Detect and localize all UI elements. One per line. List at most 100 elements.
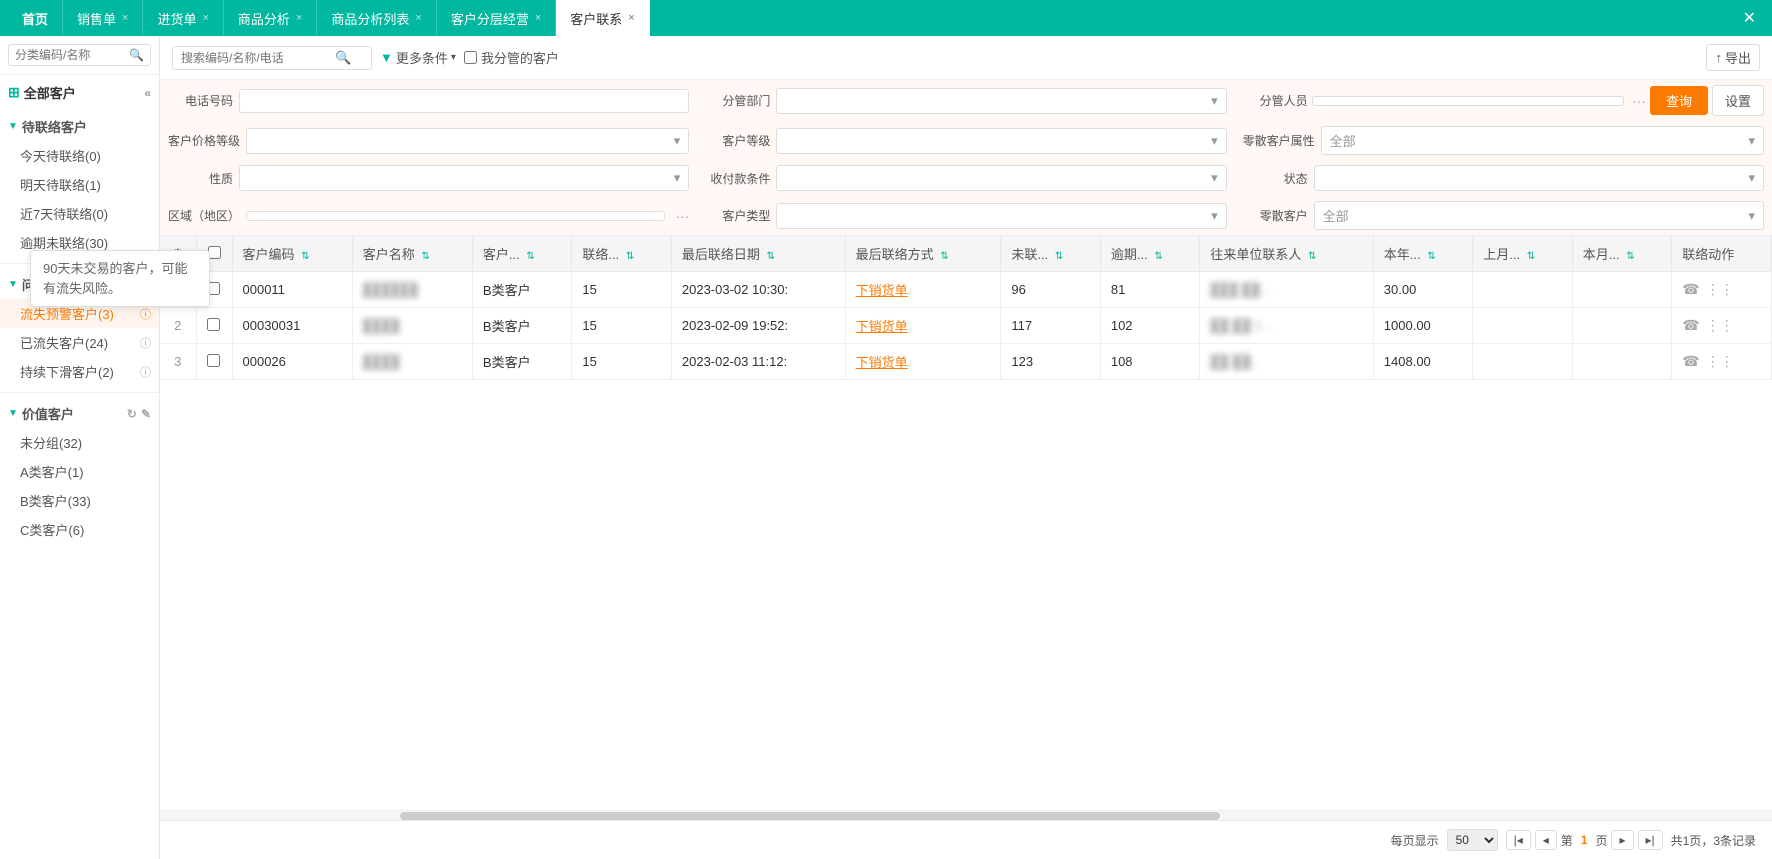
more-icon-2[interactable]: ⋮⋮ xyxy=(1706,317,1734,334)
chevron-icon6: ▾ xyxy=(1211,170,1218,186)
row-last-way-link-3[interactable]: 下销货单 xyxy=(856,355,908,370)
th-this-year[interactable]: 本年... ⇅ xyxy=(1373,236,1472,272)
row-last-way-2[interactable]: 下销货单 xyxy=(845,308,1001,344)
settings-button[interactable]: 设置 xyxy=(1712,85,1764,116)
sidebar-item-class-c[interactable]: C类客户(6) xyxy=(0,515,159,544)
page-first-btn[interactable]: |◂ xyxy=(1506,830,1531,850)
filter-person-dots[interactable]: ··· xyxy=(1632,93,1646,109)
row-check-3[interactable] xyxy=(196,344,232,380)
th-this-month-label: 本月... xyxy=(1583,247,1620,262)
row-last-way-link-2[interactable]: 下销货单 xyxy=(856,319,908,334)
th-name-label: 客户名称 xyxy=(363,247,415,262)
th-contact[interactable]: 联络... ⇅ xyxy=(572,236,671,272)
sidebar-item-ungroup[interactable]: 未分组(32) xyxy=(0,428,159,457)
filter-zero-sale-attr-select[interactable]: 全部 ▾ xyxy=(1321,126,1764,155)
refresh-icon[interactable]: ↻ xyxy=(127,407,137,421)
sidebar-item-tomorrow[interactable]: 明天待联络(1) xyxy=(0,170,159,199)
page-last-btn[interactable]: ▸| xyxy=(1638,830,1663,850)
sidebar-item-week7[interactable]: 近7天待联络(0) xyxy=(0,199,159,228)
filter-payment-select[interactable]: ▾ xyxy=(776,165,1226,191)
sort-icon-type: ⇅ xyxy=(526,251,534,262)
contact-icon-1[interactable]: ☎ xyxy=(1682,281,1699,298)
th-uncontacted[interactable]: 未联... ⇅ xyxy=(1001,236,1100,272)
scrollbar-thumb[interactable] xyxy=(400,812,1220,820)
chevron-icon7: ▾ xyxy=(1748,170,1755,186)
sidebar-item-class-a[interactable]: A类客户(1) xyxy=(0,457,159,486)
filter-person-select[interactable] xyxy=(1312,96,1624,106)
sort-icon-code: ⇅ xyxy=(301,251,309,262)
th-name[interactable]: 客户名称 ⇅ xyxy=(352,236,472,272)
row-last-way-1[interactable]: 下销货单 xyxy=(845,272,1001,308)
tab-customer-layer-close[interactable]: × xyxy=(535,12,541,24)
sidebar-item-declining[interactable]: 持续下滑客户(2) ⓘ xyxy=(0,357,159,386)
tab-sales-close[interactable]: × xyxy=(122,12,128,24)
tab-sales[interactable]: 销售单 × xyxy=(63,0,143,36)
sidebar-item-class-b[interactable]: B类客户(33) xyxy=(0,486,159,515)
filter-region: 区域（地区） ··· xyxy=(160,196,697,235)
filter-region-dots[interactable]: ··· xyxy=(675,208,689,224)
table-row: 2 00030031 ████ B类客户 15 2023-02-09 19:52… xyxy=(160,308,1772,344)
filter-status-select[interactable]: ▾ xyxy=(1314,165,1764,191)
query-button[interactable]: 查询 xyxy=(1650,86,1708,115)
tab-goods-list[interactable]: 商品分析列表 × xyxy=(317,0,436,36)
export-button[interactable]: ↑ 导出 xyxy=(1706,44,1760,71)
contact-icon-2[interactable]: ☎ xyxy=(1682,317,1699,334)
filter-phone-input[interactable] xyxy=(239,89,689,113)
sidebar-group-value: ▼ 价值客户 ↻ ✎ 未分组(32) A类客户(1) B类客户(33) C类客户… xyxy=(0,397,159,546)
filter-customer-type: 客户类型 ▾ xyxy=(697,196,1234,235)
edit-icon[interactable]: ✎ xyxy=(141,407,151,421)
per-page-select[interactable]: 50 100 xyxy=(1447,829,1498,851)
th-last-date[interactable]: 最后联络日期 ⇅ xyxy=(671,236,845,272)
filter-more-btn[interactable]: ▼ 更多条件 ▾ xyxy=(380,48,456,67)
tab-customer-contact[interactable]: 客户联系 × xyxy=(556,0,649,36)
th-overdue[interactable]: 逾期... ⇅ xyxy=(1100,236,1199,272)
th-this-month[interactable]: 本月... ⇅ xyxy=(1572,236,1671,272)
filter-customer-type-select[interactable]: ▾ xyxy=(776,203,1226,229)
tab-goods-analysis-label: 商品分析 xyxy=(238,9,290,28)
row-check-2[interactable] xyxy=(196,308,232,344)
my-customers-label: 我分管的客户 xyxy=(481,48,559,67)
sidebar-item-today[interactable]: 今天待联络(0) xyxy=(0,141,159,170)
sidebar-all-customers[interactable]: ⊞ 全部客户 « xyxy=(0,75,159,110)
contact-icon-3[interactable]: ☎ xyxy=(1682,353,1699,370)
th-type[interactable]: 客户... ⇅ xyxy=(472,236,571,272)
sidebar-group-pending-title[interactable]: ▼ 待联络客户 xyxy=(0,112,159,141)
filter-region-select[interactable] xyxy=(246,211,665,221)
window-close-button[interactable]: ✕ xyxy=(1735,8,1764,28)
tab-home[interactable]: 首页 xyxy=(8,0,63,36)
tab-customer-layer[interactable]: 客户分层经营 × xyxy=(437,0,556,36)
page-next-btn[interactable]: ▸ xyxy=(1611,830,1633,850)
filter-price-grade-select[interactable]: ▾ xyxy=(246,128,689,154)
filter-dept-select[interactable]: ▾ xyxy=(776,88,1226,114)
warning-info-icon: ⓘ xyxy=(140,306,151,322)
tab-goods-analysis-close[interactable]: × xyxy=(296,12,302,24)
sidebar-item-lost[interactable]: 已流失客户(24) ⓘ xyxy=(0,328,159,357)
sidebar-group-value-title[interactable]: ▼ 价值客户 ↻ ✎ xyxy=(0,399,159,428)
filter-customer-grade-select[interactable]: ▾ xyxy=(776,128,1226,154)
more-icon-1[interactable]: ⋮⋮ xyxy=(1706,281,1734,298)
arrow-icon-value: ▼ xyxy=(8,408,18,419)
th-unit-contacts[interactable]: 往来单位联系人 ⇅ xyxy=(1200,236,1373,272)
th-last-way[interactable]: 最后联络方式 ⇅ xyxy=(845,236,1001,272)
th-code[interactable]: 客户编码 ⇅ xyxy=(232,236,352,272)
my-customers-checkbox[interactable] xyxy=(464,51,477,64)
tab-goods-list-close[interactable]: × xyxy=(415,12,421,24)
row-checkbox-2[interactable] xyxy=(207,318,220,331)
filter-gender-select[interactable]: ▾ xyxy=(239,165,689,191)
filter-search-input[interactable] xyxy=(181,51,331,65)
filter-search-icon[interactable]: 🔍 xyxy=(335,50,351,66)
page-prev-btn[interactable]: ◂ xyxy=(1535,830,1557,850)
sidebar-collapse-btn[interactable]: « xyxy=(144,86,151,100)
tab-customer-contact-close[interactable]: × xyxy=(628,12,634,24)
row-last-way-3[interactable]: 下销货单 xyxy=(845,344,1001,380)
filter-zero-customer-select[interactable]: 全部 ▾ xyxy=(1314,201,1764,230)
th-last-month[interactable]: 上月... ⇅ xyxy=(1473,236,1572,272)
more-icon-3[interactable]: ⋮⋮ xyxy=(1706,353,1734,370)
row-checkbox-3[interactable] xyxy=(207,354,220,367)
row-last-way-link-1[interactable]: 下销货单 xyxy=(856,283,908,298)
tab-purchase[interactable]: 进货单 × xyxy=(143,0,223,36)
my-customers-checkbox-label[interactable]: 我分管的客户 xyxy=(464,48,559,67)
horizontal-scrollbar[interactable] xyxy=(160,810,1772,820)
tab-purchase-close[interactable]: × xyxy=(202,12,208,24)
tab-goods-analysis[interactable]: 商品分析 × xyxy=(224,0,317,36)
